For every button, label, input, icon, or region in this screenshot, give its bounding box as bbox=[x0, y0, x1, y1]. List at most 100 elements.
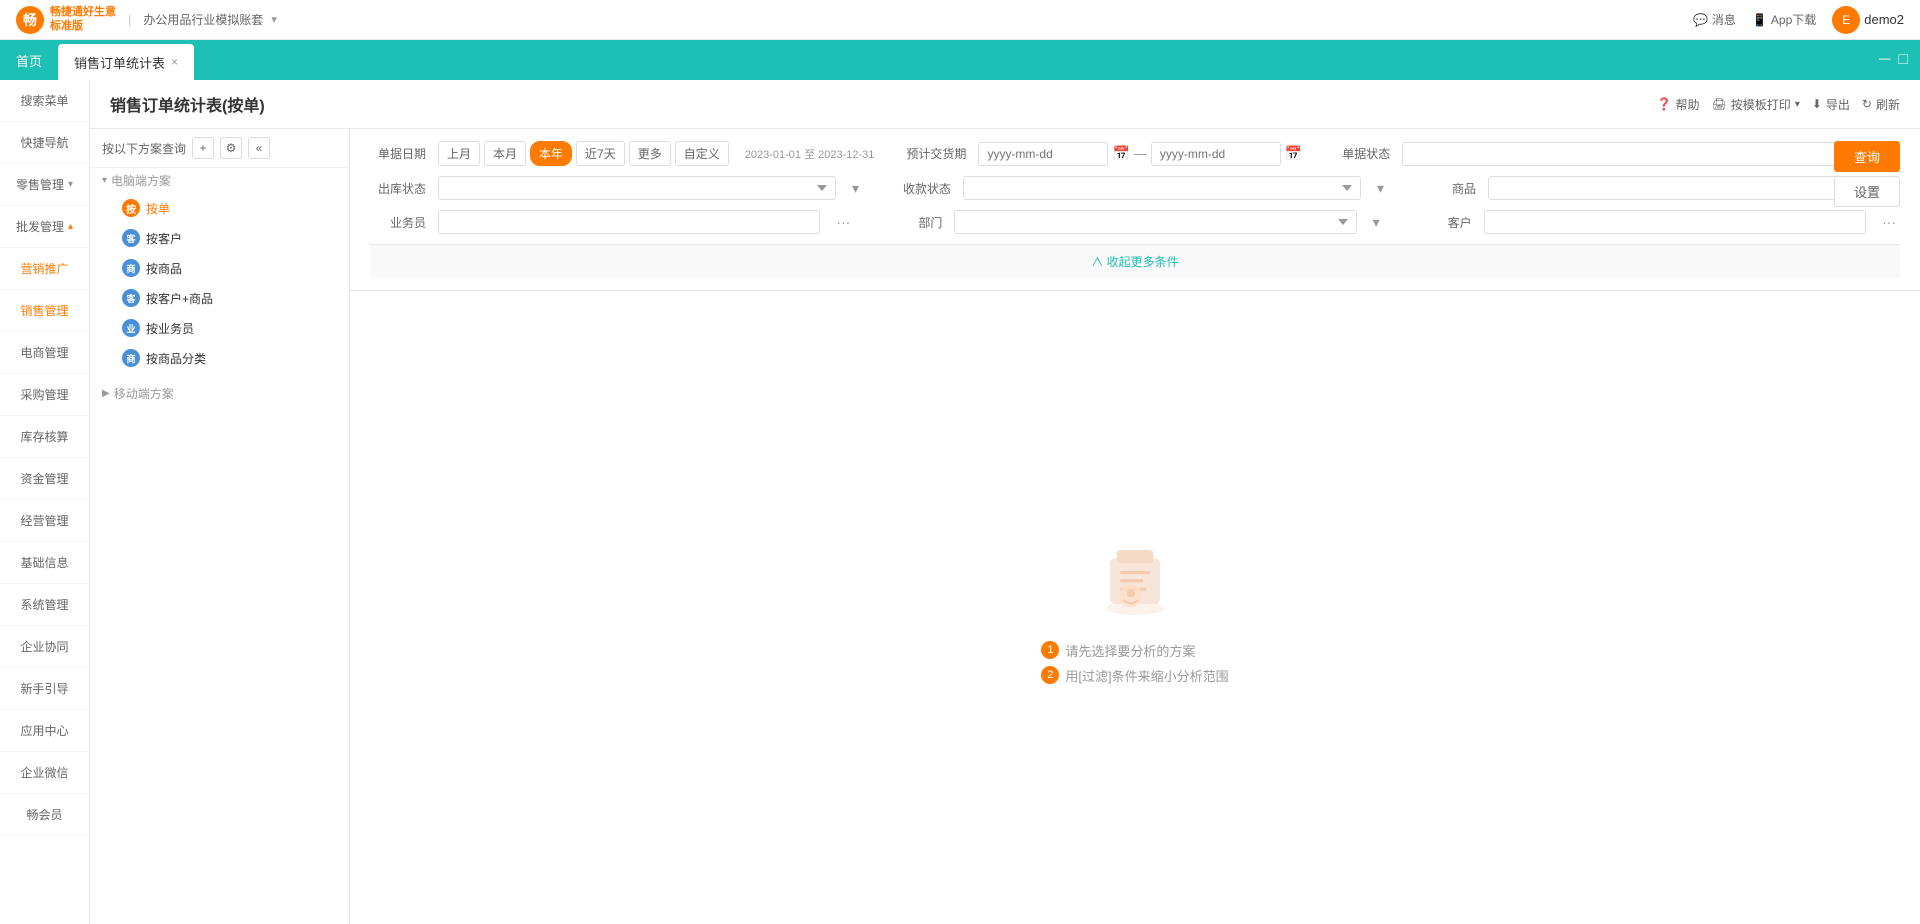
tab-maximize-icon[interactable]: □ bbox=[1898, 51, 1908, 69]
tree-section-mobile[interactable]: ▶ 移动端方案 bbox=[90, 381, 349, 406]
settings-button[interactable]: 设置 bbox=[1834, 176, 1900, 207]
sidebar-item-enterprise[interactable]: 企业协同 bbox=[0, 626, 89, 668]
date-dash: — bbox=[1134, 146, 1147, 161]
tree-icon-customer-goods: 客 bbox=[122, 289, 140, 307]
expected-date-start[interactable] bbox=[978, 142, 1108, 166]
top-bar-left: 畅 畅捷通好生意 标准版 | 办公用品行业模拟账套 ▾ bbox=[16, 6, 277, 34]
sidebar-item-guide[interactable]: 新手引导 bbox=[0, 668, 89, 710]
content-area: 销售订单统计表(按单) ❓ 帮助 🖨 按模板打印 ▾ ⬇ 导出 ↻ 刷新 bbox=[90, 80, 1920, 924]
page-header: 销售订单统计表(按单) ❓ 帮助 🖨 按模板打印 ▾ ⬇ 导出 ↻ 刷新 bbox=[90, 80, 1920, 129]
sidebar-item-marketing[interactable]: 营销推广 bbox=[0, 248, 89, 290]
doc-status-select[interactable] bbox=[1402, 142, 1866, 166]
tab-active[interactable]: 销售订单统计表 × bbox=[58, 44, 194, 80]
tree-item-by-customer[interactable]: 客 按客户 bbox=[110, 223, 349, 253]
department-dropdown-icon[interactable]: ▾ bbox=[1369, 214, 1384, 231]
sidebar-item-wholesale[interactable]: 批发管理 ▴ bbox=[0, 206, 89, 248]
tree-section-desktop[interactable]: ▾ 电脑端方案 bbox=[90, 168, 349, 193]
customer-input[interactable] bbox=[1484, 210, 1866, 234]
user-profile[interactable]: E demo2 bbox=[1832, 6, 1904, 34]
sidebar-item-basic[interactable]: 基础信息 bbox=[0, 542, 89, 584]
date-btn-custom[interactable]: 自定义 bbox=[675, 141, 729, 166]
hint-num-1: 1 bbox=[1041, 641, 1059, 659]
download-icon: 📱 bbox=[1752, 13, 1767, 27]
sidebar-item-ecom[interactable]: 电商管理 bbox=[0, 332, 89, 374]
collapse-panel-button[interactable]: « bbox=[248, 137, 270, 159]
tab-minimize-icon[interactable]: ─ bbox=[1879, 51, 1890, 69]
sidebar-item-operation[interactable]: 经营管理 bbox=[0, 500, 89, 542]
sidebar-item-member[interactable]: 畅会员 bbox=[0, 794, 89, 836]
payment-dropdown-icon[interactable]: ▾ bbox=[1373, 180, 1388, 197]
message-button[interactable]: 💬 消息 bbox=[1693, 11, 1736, 28]
goods-input[interactable] bbox=[1488, 176, 1866, 200]
filter-row-date: 单据日期 上月 本月 本年 近7天 更多 自定义 2023-01-01 至 20… bbox=[370, 141, 1900, 166]
tree-section-desktop-label: 电脑端方案 bbox=[111, 172, 171, 189]
export-button[interactable]: ⬇ 导出 bbox=[1812, 96, 1850, 113]
tree-item-by-order[interactable]: 按 按单 bbox=[110, 193, 349, 223]
tree-arrow-icon: ▾ bbox=[102, 175, 107, 186]
date-btn-this-month[interactable]: 本月 bbox=[484, 141, 526, 166]
department-label: 部门 bbox=[886, 214, 942, 231]
top-bar-right: 💬 消息 📱 App下载 E demo2 bbox=[1693, 6, 1904, 34]
goods-label: 商品 bbox=[1420, 180, 1476, 197]
sidebar-item-system[interactable]: 系统管理 bbox=[0, 584, 89, 626]
page-title: 销售订单统计表(按单) bbox=[110, 92, 265, 116]
print-icon: 🖨 bbox=[1712, 97, 1727, 111]
help-button[interactable]: ❓ 帮助 bbox=[1657, 96, 1700, 113]
print-arrow-icon: ▾ bbox=[1795, 99, 1800, 110]
salesperson-input[interactable] bbox=[438, 210, 820, 234]
date-buttons: 上月 本月 本年 近7天 更多 自定义 bbox=[438, 141, 729, 166]
app-download-button[interactable]: 📱 App下载 bbox=[1752, 11, 1816, 28]
tree-item-by-salesperson[interactable]: 业 按业务员 bbox=[110, 313, 349, 343]
payment-status-select[interactable] bbox=[963, 176, 1361, 200]
salesperson-more-icon[interactable]: ··· bbox=[832, 214, 854, 230]
sidebar-item-retail[interactable]: 零售管理 ▾ bbox=[0, 164, 89, 206]
date-btn-this-year[interactable]: 本年 bbox=[530, 141, 572, 166]
customer-more-icon[interactable]: ··· bbox=[1878, 214, 1900, 230]
tree-item-by-goods-category[interactable]: 商 按商品分类 bbox=[110, 343, 349, 373]
date-range-text: 2023-01-01 至 2023-12-31 bbox=[745, 146, 875, 162]
hint-text-1: 请先选择要分析的方案 bbox=[1065, 641, 1195, 660]
scheme-settings-button[interactable]: ⚙ bbox=[220, 137, 242, 159]
refresh-button[interactable]: ↻ 刷新 bbox=[1862, 96, 1900, 113]
tree-icon-customer: 客 bbox=[122, 229, 140, 247]
tab-close-icon[interactable]: × bbox=[171, 55, 178, 69]
add-scheme-button[interactable]: + bbox=[192, 137, 214, 159]
sidebar-item-finance[interactable]: 资金管理 bbox=[0, 458, 89, 500]
payment-label: 收款状态 bbox=[895, 180, 951, 197]
tab-home[interactable]: 首页 bbox=[0, 40, 58, 80]
doc-status-label: 单据状态 bbox=[1334, 145, 1390, 162]
sidebar-item-quick-nav[interactable]: 快捷导航 bbox=[0, 122, 89, 164]
sidebar-item-wechat[interactable]: 企业微信 bbox=[0, 752, 89, 794]
date-btn-7days[interactable]: 近7天 bbox=[576, 141, 625, 166]
date-btn-more[interactable]: 更多 bbox=[629, 141, 671, 166]
breadcrumb-arrow-icon[interactable]: ▾ bbox=[271, 13, 277, 26]
collapse-filters-button[interactable]: ∧ 收起更多条件 bbox=[370, 244, 1900, 278]
sidebar-nav: 搜索菜单 快捷导航 零售管理 ▾ 批发管理 ▴ 营销推广 销售管理 电商管理 采… bbox=[0, 80, 90, 924]
empty-hint-1: 1 请先选择要分析的方案 bbox=[1041, 641, 1228, 660]
sidebar-item-purchase[interactable]: 采购管理 bbox=[0, 374, 89, 416]
hint-num-2: 2 bbox=[1041, 666, 1059, 684]
left-panel: 按以下方案查询 + ⚙ « ▾ 电脑端方案 按 按单 客 按客 bbox=[90, 129, 350, 924]
tree-icon-order: 按 bbox=[122, 199, 140, 217]
expected-date-end[interactable] bbox=[1151, 142, 1281, 166]
sidebar-item-appstore[interactable]: 应用中心 bbox=[0, 710, 89, 752]
outbound-dropdown-icon[interactable]: ▾ bbox=[848, 180, 863, 197]
tree-item-by-goods[interactable]: 商 按商品 bbox=[110, 253, 349, 283]
print-button[interactable]: 🖨 按模板打印 ▾ bbox=[1712, 96, 1800, 113]
query-button[interactable]: 查询 bbox=[1834, 141, 1900, 172]
sidebar-item-sales[interactable]: 销售管理 bbox=[0, 290, 89, 332]
help-icon: ❓ bbox=[1657, 97, 1672, 111]
breadcrumb[interactable]: 办公用品行业模拟账套 bbox=[143, 11, 263, 28]
department-select[interactable] bbox=[954, 210, 1356, 234]
tree-section-mobile-label: 移动端方案 bbox=[114, 385, 174, 402]
sidebar-item-inventory[interactable]: 库存核算 bbox=[0, 416, 89, 458]
calendar-start-icon[interactable]: 📅 bbox=[1112, 145, 1129, 162]
tree-item-by-customer-goods[interactable]: 客 按客户+商品 bbox=[110, 283, 349, 313]
message-icon: 💬 bbox=[1693, 13, 1708, 27]
export-icon: ⬇ bbox=[1812, 97, 1822, 111]
outbound-status-select[interactable] bbox=[438, 176, 836, 200]
user-name: demo2 bbox=[1864, 12, 1904, 27]
calendar-end-icon[interactable]: 📅 bbox=[1285, 145, 1302, 162]
sidebar-item-search[interactable]: 搜索菜单 bbox=[0, 80, 89, 122]
date-btn-last-month[interactable]: 上月 bbox=[438, 141, 480, 166]
